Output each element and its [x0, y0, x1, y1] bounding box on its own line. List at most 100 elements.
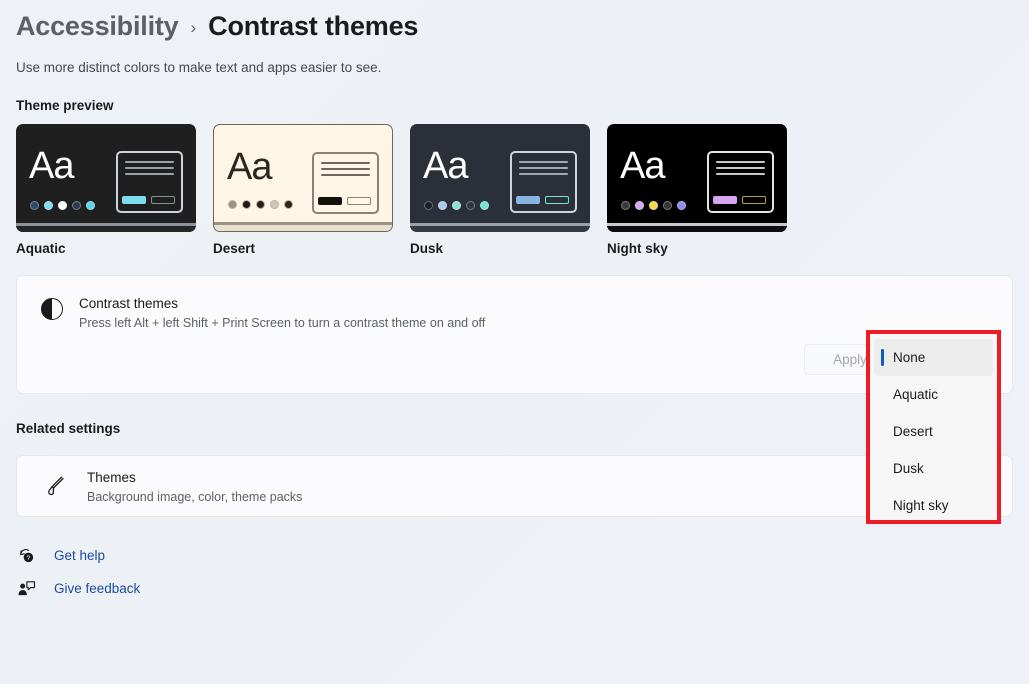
theme-preview-thumbnail[interactable]: Aa — [410, 124, 590, 232]
mockup-buttons — [318, 197, 371, 205]
color-swatch-dot — [72, 201, 81, 210]
contrast-card-title: Contrast themes — [79, 294, 485, 314]
color-swatch-dot — [424, 201, 433, 210]
mockup-taskbar-line — [410, 223, 590, 226]
theme-color-swatches — [424, 201, 489, 210]
mockup-primary-button — [516, 196, 540, 204]
paintbrush-icon — [41, 474, 71, 498]
color-swatch-dot — [635, 201, 644, 210]
page-title: Contrast themes — [208, 11, 418, 42]
color-swatch-dot — [242, 200, 251, 209]
color-swatch-dot — [256, 200, 265, 209]
theme-sample-text: Aa — [29, 147, 73, 185]
mockup-taskbar — [410, 223, 590, 232]
dropdown-option-night-sky[interactable]: Night sky — [874, 487, 993, 520]
theme-preview-thumbnail[interactable]: Aa — [213, 124, 393, 232]
color-swatch-dot — [621, 201, 630, 210]
color-swatch-dot — [480, 201, 489, 210]
give-feedback-label: Give feedback — [54, 581, 140, 596]
mockup-secondary-button — [151, 196, 175, 204]
color-swatch-dot — [44, 201, 53, 210]
theme-color-swatches — [621, 201, 686, 210]
mockup-primary-button — [713, 196, 737, 204]
mockup-taskbar — [214, 222, 392, 231]
mockup-secondary-button — [742, 196, 766, 204]
mockup-text-lines — [716, 161, 765, 179]
mockup-secondary-button — [347, 197, 371, 205]
related-setting-subtitle: Background image, color, theme packs — [87, 488, 985, 504]
mockup-taskbar-line — [214, 222, 392, 225]
mockup-taskbar-line — [607, 223, 787, 226]
mockup-text-line — [519, 173, 568, 175]
mockup-primary-button — [318, 197, 342, 205]
get-help-label: Get help — [54, 548, 105, 563]
footer-links: ? Get help Give feedback — [0, 517, 1029, 605]
related-setting-text: Themes Background image, color, theme pa… — [71, 468, 985, 504]
contrast-half-circle-icon — [41, 298, 63, 320]
mockup-text-line — [125, 173, 174, 175]
dropdown-option-dusk[interactable]: Dusk — [874, 450, 993, 487]
theme-preview-item-night-sky[interactable]: Aa Night sky — [607, 124, 787, 256]
color-swatch-dot — [452, 201, 461, 210]
theme-window-mockup — [116, 151, 183, 213]
mockup-text-line — [519, 167, 568, 169]
dropdown-annotation-highlight: NoneAquaticDesertDuskNight sky — [866, 330, 1001, 524]
theme-preview-thumbnail[interactable]: Aa — [16, 124, 196, 232]
theme-preview-thumbnail[interactable]: Aa — [607, 124, 787, 232]
dropdown-option-desert[interactable]: Desert — [874, 413, 993, 450]
mockup-text-line — [716, 167, 765, 169]
theme-window-mockup — [510, 151, 577, 213]
color-swatch-dot — [30, 201, 39, 210]
svg-text:?: ? — [26, 555, 30, 562]
theme-preview-item-dusk[interactable]: Aa Dusk — [410, 124, 590, 256]
theme-window-mockup — [707, 151, 774, 213]
contrast-card-header: Contrast themes Press left Alt + left Sh… — [17, 276, 1012, 330]
theme-sample-text: Aa — [227, 148, 271, 186]
mockup-text-line — [519, 161, 568, 163]
mockup-taskbar — [16, 223, 196, 232]
mockup-buttons — [122, 196, 175, 204]
dropdown-option-aquatic[interactable]: Aquatic — [874, 376, 993, 413]
color-swatch-dot — [466, 201, 475, 210]
theme-preview-item-desert[interactable]: Aa Desert — [213, 124, 393, 256]
theme-sample-text: Aa — [620, 147, 664, 185]
theme-sample-text: Aa — [423, 147, 467, 185]
color-swatch-dot — [270, 200, 279, 209]
chevron-right-icon: › — [191, 18, 197, 38]
theme-preview-label: Aquatic — [16, 232, 196, 256]
mockup-text-line — [716, 173, 765, 175]
theme-preview-heading: Theme preview — [0, 75, 1029, 113]
mockup-text-lines — [125, 161, 174, 179]
contrast-themes-card: Contrast themes Press left Alt + left Sh… — [16, 275, 1013, 394]
feedback-icon — [16, 579, 36, 598]
contrast-theme-dropdown[interactable]: NoneAquaticDesertDuskNight sky — [870, 334, 997, 520]
color-swatch-dot — [649, 201, 658, 210]
theme-preview-label: Desert — [213, 232, 393, 256]
theme-preview-list: Aa Aquatic Aa Desert Aa Dusk Aa Night sky — [0, 113, 1029, 256]
contrast-card-subtitle: Press left Alt + left Shift + Print Scre… — [79, 314, 485, 330]
mockup-secondary-button — [545, 196, 569, 204]
get-help-link[interactable]: ? Get help — [16, 539, 1029, 572]
color-swatch-dot — [86, 201, 95, 210]
mockup-text-lines — [519, 161, 568, 179]
theme-color-swatches — [30, 201, 95, 210]
mockup-taskbar — [607, 223, 787, 232]
theme-preview-label: Night sky — [607, 232, 787, 256]
mockup-text-line — [321, 162, 370, 164]
theme-window-mockup — [312, 152, 379, 214]
color-swatch-dot — [663, 201, 672, 210]
breadcrumb-parent-accessibility[interactable]: Accessibility — [16, 11, 179, 42]
theme-color-swatches — [228, 200, 293, 209]
related-setting-themes[interactable]: Themes Background image, color, theme pa… — [16, 455, 1013, 517]
dropdown-option-none[interactable]: None — [874, 339, 993, 376]
related-setting-title: Themes — [87, 468, 985, 488]
color-swatch-dot — [438, 201, 447, 210]
mockup-text-line — [321, 174, 370, 176]
mockup-text-line — [125, 161, 174, 163]
give-feedback-link[interactable]: Give feedback — [16, 572, 1029, 605]
theme-preview-item-aquatic[interactable]: Aa Aquatic — [16, 124, 196, 256]
color-swatch-dot — [228, 200, 237, 209]
theme-preview-label: Dusk — [410, 232, 590, 256]
breadcrumb: Accessibility › Contrast themes — [0, 0, 1029, 42]
mockup-text-lines — [321, 162, 370, 180]
